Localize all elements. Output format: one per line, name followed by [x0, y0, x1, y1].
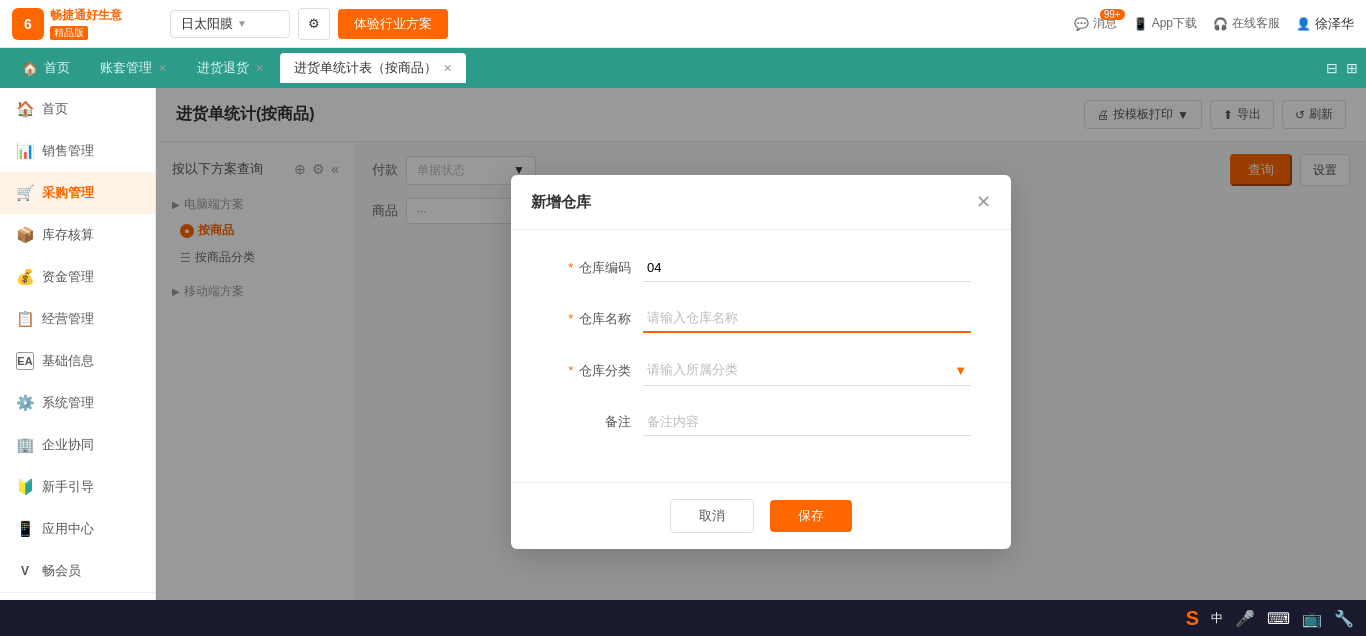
tab-purchase-return[interactable]: 进货退货 ✕: [183, 53, 278, 83]
category-select[interactable]: 请输入所属分类 ▼: [643, 355, 971, 386]
tab-close-account[interactable]: ✕: [158, 62, 167, 75]
tab-close-purchase-stats[interactable]: ✕: [443, 62, 452, 75]
bottom-bar: S 中 🎤 ⌨ 📺 🔧: [0, 600, 1366, 636]
app-download-btn[interactable]: 📱 App下载: [1133, 15, 1197, 32]
sidebar-item-enterprise[interactable]: 🏢 企业协同: [0, 424, 155, 466]
modal-title: 新增仓库: [531, 193, 591, 212]
chinese-input-icon[interactable]: 中: [1211, 610, 1223, 627]
home-sidebar-icon: 🏠: [16, 100, 34, 118]
category-label: * 仓库分类: [551, 362, 631, 380]
messages-btn[interactable]: 💬 消息 99+: [1074, 15, 1117, 32]
logo-badge: 精品版: [50, 26, 88, 40]
sales-icon: 📊: [16, 142, 34, 160]
message-badge: 99+: [1100, 9, 1125, 20]
add-warehouse-modal: 新增仓库 ✕ * 仓库编码 *: [511, 175, 1011, 549]
minimize-tab-icon[interactable]: ⊟: [1326, 60, 1338, 76]
name-input[interactable]: [643, 304, 971, 333]
logo-area: 6 畅捷通好生意 精品版: [12, 7, 162, 40]
trial-button[interactable]: 体验行业方案: [338, 9, 448, 39]
sidebar-item-home[interactable]: 🏠 首页: [0, 88, 155, 130]
modal-footer: 取消 保存: [511, 482, 1011, 549]
modal-body: * 仓库编码 * 仓库名称: [511, 230, 1011, 482]
chevron-down-icon: ▼: [237, 18, 247, 29]
display-icon[interactable]: 📺: [1302, 609, 1322, 628]
tab-home[interactable]: 🏠 首页: [8, 53, 84, 83]
basic-info-icon: EA: [16, 352, 34, 370]
headset-icon: 🎧: [1213, 17, 1228, 31]
sougou-icon[interactable]: S: [1186, 607, 1199, 630]
user-avatar[interactable]: 👤 徐泽华: [1296, 15, 1354, 33]
form-row-category: * 仓库分类 请输入所属分类 ▼: [551, 355, 971, 386]
purchase-icon: 🛒: [16, 184, 34, 202]
tab-close-purchase-return[interactable]: ✕: [255, 62, 264, 75]
newbie-icon: 🔰: [16, 478, 34, 496]
sidebar-item-newbie[interactable]: 🔰 新手引导: [0, 466, 155, 508]
sidebar-item-operations[interactable]: 📋 经营管理: [0, 298, 155, 340]
sidebar-item-inventory[interactable]: 📦 库存核算: [0, 214, 155, 256]
main-content: 进货单统计(按商品) 🖨 按模板打印 ▼ ⬆ 导出 ↺ 刷新: [156, 88, 1366, 636]
keyboard-icon[interactable]: ⌨: [1267, 609, 1290, 628]
sidebar-item-vip[interactable]: V 畅会员: [0, 550, 155, 592]
form-row-remark: 备注: [551, 408, 971, 436]
app-center-icon: 📱: [16, 520, 34, 538]
sidebar-item-purchase[interactable]: 🛒 采购管理: [0, 172, 155, 214]
remark-input[interactable]: [643, 408, 971, 436]
topbar-right: 💬 消息 99+ 📱 App下载 🎧 在线客服 👤 徐泽华: [1074, 15, 1354, 33]
user-icon: 👤: [1296, 17, 1311, 31]
home-icon: 🏠: [22, 61, 38, 76]
tool-icon[interactable]: 🔧: [1334, 609, 1354, 628]
message-icon: 💬: [1074, 17, 1089, 31]
main-layout: 🏠 首页 📊 销售管理 🛒 采购管理 📦 库存核算 💰 资金管理 📋 经营管理 …: [0, 88, 1366, 636]
logo-text: 畅捷通好生意 精品版: [50, 7, 122, 40]
tab-purchase-stats[interactable]: 进货单统计表（按商品） ✕: [280, 53, 466, 83]
sidebar-item-app-center[interactable]: 📱 应用中心: [0, 508, 155, 550]
sidebar-item-finance[interactable]: 💰 资金管理: [0, 256, 155, 298]
nav-tabs: 🏠 首页 账套管理 ✕ 进货退货 ✕ 进货单统计表（按商品） ✕ ⊟ ⊞: [0, 48, 1366, 88]
save-button[interactable]: 保存: [770, 500, 852, 532]
code-input[interactable]: [643, 254, 971, 282]
modal-close-btn[interactable]: ✕: [976, 191, 991, 213]
name-label: * 仓库名称: [551, 310, 631, 328]
logo-icon: 6: [12, 8, 44, 40]
sidebar: 🏠 首页 📊 销售管理 🛒 采购管理 📦 库存核算 💰 资金管理 📋 经营管理 …: [0, 88, 156, 636]
topbar: 6 畅捷通好生意 精品版 日太阳膜 ▼ ⚙ 体验行业方案 💬 消息 99+ 📱 …: [0, 0, 1366, 48]
form-row-name: * 仓库名称: [551, 304, 971, 333]
store-selector[interactable]: 日太阳膜 ▼: [170, 10, 290, 38]
finance-icon: 💰: [16, 268, 34, 286]
inventory-icon: 📦: [16, 226, 34, 244]
modal-header: 新增仓库 ✕: [511, 175, 1011, 230]
mobile-icon: 📱: [1133, 17, 1148, 31]
form-row-code: * 仓库编码: [551, 254, 971, 282]
system-icon: ⚙️: [16, 394, 34, 412]
tab-account[interactable]: 账套管理 ✕: [86, 53, 181, 83]
modal-overlay: 新增仓库 ✕ * 仓库编码 *: [156, 88, 1366, 636]
vip-icon: V: [16, 562, 34, 580]
sidebar-item-system[interactable]: ⚙️ 系统管理: [0, 382, 155, 424]
customer-service-btn[interactable]: 🎧 在线客服: [1213, 15, 1280, 32]
sidebar-item-basic-info[interactable]: EA 基础信息: [0, 340, 155, 382]
enterprise-icon: 🏢: [16, 436, 34, 454]
expand-tab-icon[interactable]: ⊞: [1346, 60, 1358, 76]
sidebar-item-sales[interactable]: 📊 销售管理: [0, 130, 155, 172]
tab-controls: ⊟ ⊞: [1326, 60, 1358, 76]
mic-icon[interactable]: 🎤: [1235, 609, 1255, 628]
cancel-button[interactable]: 取消: [670, 499, 754, 533]
settings-icon[interactable]: ⚙: [298, 8, 330, 40]
remark-label: 备注: [551, 413, 631, 431]
category-chevron-icon: ▼: [954, 363, 967, 378]
operations-icon: 📋: [16, 310, 34, 328]
code-label: * 仓库编码: [551, 259, 631, 277]
